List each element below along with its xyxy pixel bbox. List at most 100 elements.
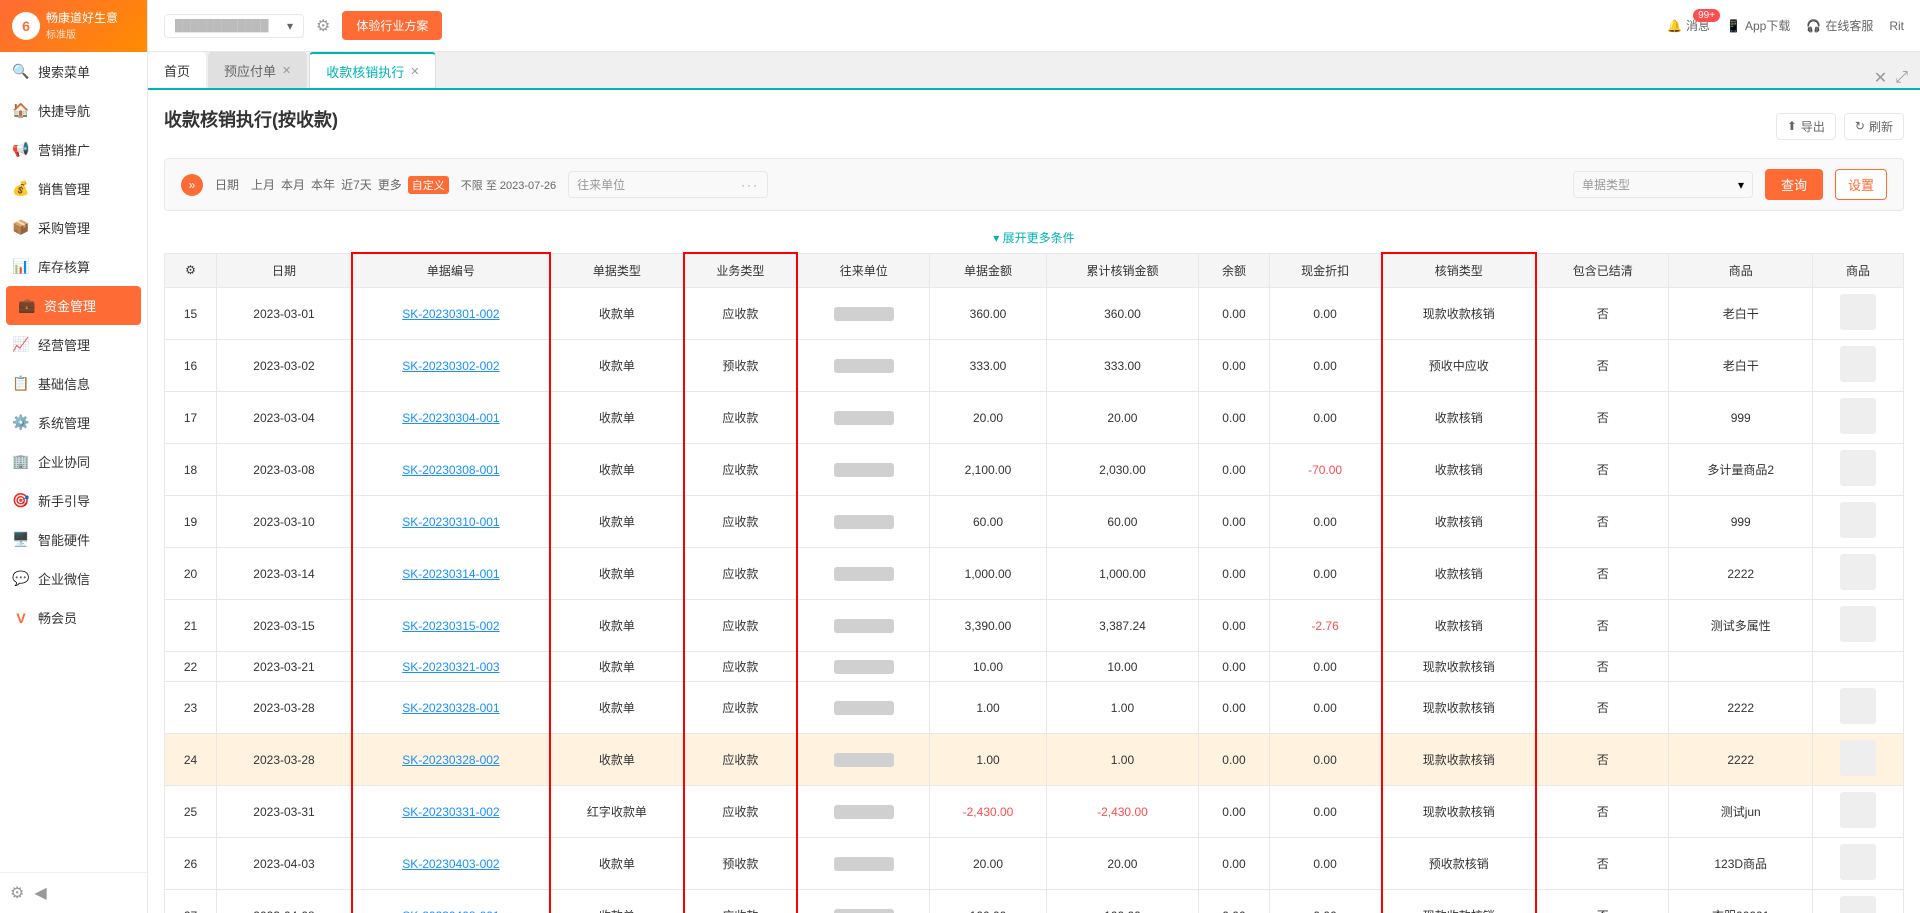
sidebar-item-operation[interactable]: 📈 经营管理 — [0, 325, 147, 364]
sidebar-item-purchase[interactable]: 📦 采购管理 — [0, 208, 147, 247]
tab-receipt-exec[interactable]: 收款核销执行 ✕ — [309, 52, 436, 88]
th-amount[interactable]: 单据金额 — [930, 253, 1046, 288]
td-product-img — [1813, 340, 1904, 392]
th-bill-type[interactable]: 单据类型 — [550, 253, 684, 288]
td-bill-no: SK-20230315-002 — [352, 600, 550, 652]
close-window-icon[interactable]: ✕ — [1874, 68, 1887, 88]
expand-more-bar[interactable]: ▾ 展开更多条件 — [164, 223, 1904, 252]
th-settings[interactable]: ⚙ — [165, 253, 217, 288]
bill-no-link[interactable]: SK-20230314-001 — [402, 567, 499, 581]
sidebar-item-marketing[interactable]: 📢 营销推广 — [0, 130, 147, 169]
th-product-img[interactable]: 商品 — [1813, 253, 1904, 288]
sidebar-item-hardware[interactable]: 🖥️ 智能硬件 — [0, 520, 147, 559]
system-icon: ⚙️ — [12, 414, 30, 432]
app-download-link[interactable]: 📱 App下载 — [1726, 17, 1790, 34]
sidebar-item-sales[interactable]: 💰 销售管理 — [0, 169, 147, 208]
th-biz-type[interactable]: 业务类型 — [684, 253, 797, 288]
topbar-right: 🔔 消息 99+ 📱 App下载 🎧 在线客服 Rit — [1667, 17, 1904, 34]
partner-filter[interactable]: 往来单位 ··· — [568, 171, 768, 198]
sidebar-item-shortcut[interactable]: 🏠 快捷导航 — [0, 91, 147, 130]
bill-type-filter[interactable]: 单据类型 ▾ — [1573, 171, 1753, 198]
th-partner[interactable]: 往来单位 — [797, 253, 930, 288]
date-this-month[interactable]: 本月 — [281, 176, 305, 194]
th-date[interactable]: 日期 — [217, 253, 352, 288]
tab-prepay-close[interactable]: ✕ — [282, 64, 291, 77]
bill-no-link[interactable]: SK-20230328-001 — [402, 701, 499, 715]
sidebar-item-enterprise[interactable]: 🏢 企业协同 — [0, 442, 147, 481]
sidebar-item-inventory[interactable]: 📊 库存核算 — [0, 247, 147, 286]
tab-prepay[interactable]: 预应付单 ✕ — [208, 52, 307, 88]
tab-receipt-close[interactable]: ✕ — [410, 65, 419, 78]
data-table-wrapper: ⚙ 日期 单据编号 单据类型 业务类型 往来单位 单据金额 累计核销金额 余额 … — [164, 252, 1904, 913]
bill-no-link[interactable]: SK-20230408-001 — [402, 909, 499, 913]
td-biz-type: 应收款 — [684, 890, 797, 913]
table-row: 24 2023-03-28 SK-20230328-002 收款单 应收款 1.… — [165, 734, 1904, 786]
gear-icon[interactable]: ⚙ — [316, 16, 330, 36]
refresh-btn[interactable]: ↻ 刷新 — [1844, 113, 1904, 140]
export-icon: ⬆ — [1787, 119, 1797, 133]
custom-date-badge[interactable]: 自定义 — [408, 176, 449, 194]
th-product[interactable]: 商品 — [1669, 253, 1813, 288]
td-product-img — [1813, 890, 1904, 913]
th-balance[interactable]: 余额 — [1199, 253, 1269, 288]
th-cash-discount[interactable]: 现金折扣 — [1269, 253, 1381, 288]
export-btn[interactable]: ⬆ 导出 — [1776, 113, 1836, 140]
bill-no-link[interactable]: SK-20230310-001 — [402, 515, 499, 529]
th-accum-amount[interactable]: 累计核销金额 — [1046, 253, 1199, 288]
tab-home[interactable]: 首页 — [148, 52, 206, 88]
filter-expand-btn[interactable]: » — [181, 174, 203, 196]
bill-no-link[interactable]: SK-20230315-002 — [402, 619, 499, 633]
bill-no-link[interactable]: SK-20230304-001 — [402, 411, 499, 425]
bill-no-link[interactable]: SK-20230403-002 — [402, 857, 499, 871]
bill-no-link[interactable]: SK-20230321-003 — [402, 660, 499, 674]
collapse-icon[interactable]: ◀ — [34, 883, 46, 903]
sidebar-item-basic[interactable]: 📋 基础信息 — [0, 364, 147, 403]
sidebar-item-search[interactable]: 🔍 搜索菜单 — [0, 52, 147, 91]
date-7days[interactable]: 近7天 — [341, 176, 372, 194]
tab-bar: 首页 预应付单 ✕ 收款核销执行 ✕ ✕ ⤢ — [148, 52, 1920, 90]
td-verify-type: 预收中应收 — [1382, 340, 1536, 392]
expand-down-icon: ▾ — [993, 231, 999, 245]
industry-btn[interactable]: 体验行业方案 — [342, 11, 442, 40]
query-btn[interactable]: 查询 — [1765, 169, 1823, 200]
sidebar-item-system[interactable]: ⚙️ 系统管理 — [0, 403, 147, 442]
home-icon: 🏠 — [12, 102, 30, 120]
headset-icon: 🎧 — [1806, 19, 1821, 33]
account-selector[interactable]: ████████████ ▾ — [164, 14, 304, 38]
filter-settings-btn[interactable]: 设置 — [1835, 169, 1887, 200]
td-product-img — [1813, 838, 1904, 890]
sidebar-item-finance[interactable]: 💼 资金管理 — [6, 286, 141, 325]
bill-no-link[interactable]: SK-20230331-002 — [402, 805, 499, 819]
message-icon-area[interactable]: 🔔 消息 99+ — [1667, 17, 1710, 34]
sidebar-item-label: 新手引导 — [38, 491, 90, 510]
bill-no-link[interactable]: SK-20230301-002 — [402, 307, 499, 321]
td-date: 2023-03-08 — [217, 444, 352, 496]
td-balance: 0.00 — [1199, 652, 1269, 682]
date-last-month[interactable]: 上月 — [251, 176, 275, 194]
td-product-img — [1813, 682, 1904, 734]
settings-bottom-icon[interactable]: ⚙ — [10, 883, 24, 903]
bill-no-link[interactable]: SK-20230308-001 — [402, 463, 499, 477]
td-amount: 333.00 — [930, 340, 1046, 392]
th-incl-settled[interactable]: 包含已结清 — [1536, 253, 1669, 288]
sidebar-item-guide[interactable]: 🎯 新手引导 — [0, 481, 147, 520]
type-label: 单据类型 — [1582, 176, 1630, 193]
user-name[interactable]: Rit — [1889, 19, 1904, 33]
td-partner — [797, 652, 930, 682]
td-incl-settled: 否 — [1536, 890, 1669, 913]
td-no: 21 — [165, 600, 217, 652]
online-service-link[interactable]: 🎧 在线客服 — [1806, 17, 1873, 34]
date-this-year[interactable]: 本年 — [311, 176, 335, 194]
product-thumbnail — [1840, 450, 1876, 486]
td-accum-amount: 100.00 — [1046, 890, 1199, 913]
th-verify-type[interactable]: 核销类型 — [1382, 253, 1536, 288]
date-more[interactable]: 更多 — [378, 176, 402, 194]
maximize-icon[interactable]: ⤢ — [1895, 69, 1908, 87]
bill-no-link[interactable]: SK-20230328-002 — [402, 753, 499, 767]
basic-icon: 📋 — [12, 375, 30, 393]
bill-no-link[interactable]: SK-20230302-002 — [402, 359, 499, 373]
sidebar-item-wechat[interactable]: 💬 企业微信 — [0, 559, 147, 598]
sidebar-item-member[interactable]: V 畅会员 — [0, 598, 147, 637]
th-bill-no[interactable]: 单据编号 — [352, 253, 550, 288]
td-product: 测试多属性 — [1669, 600, 1813, 652]
